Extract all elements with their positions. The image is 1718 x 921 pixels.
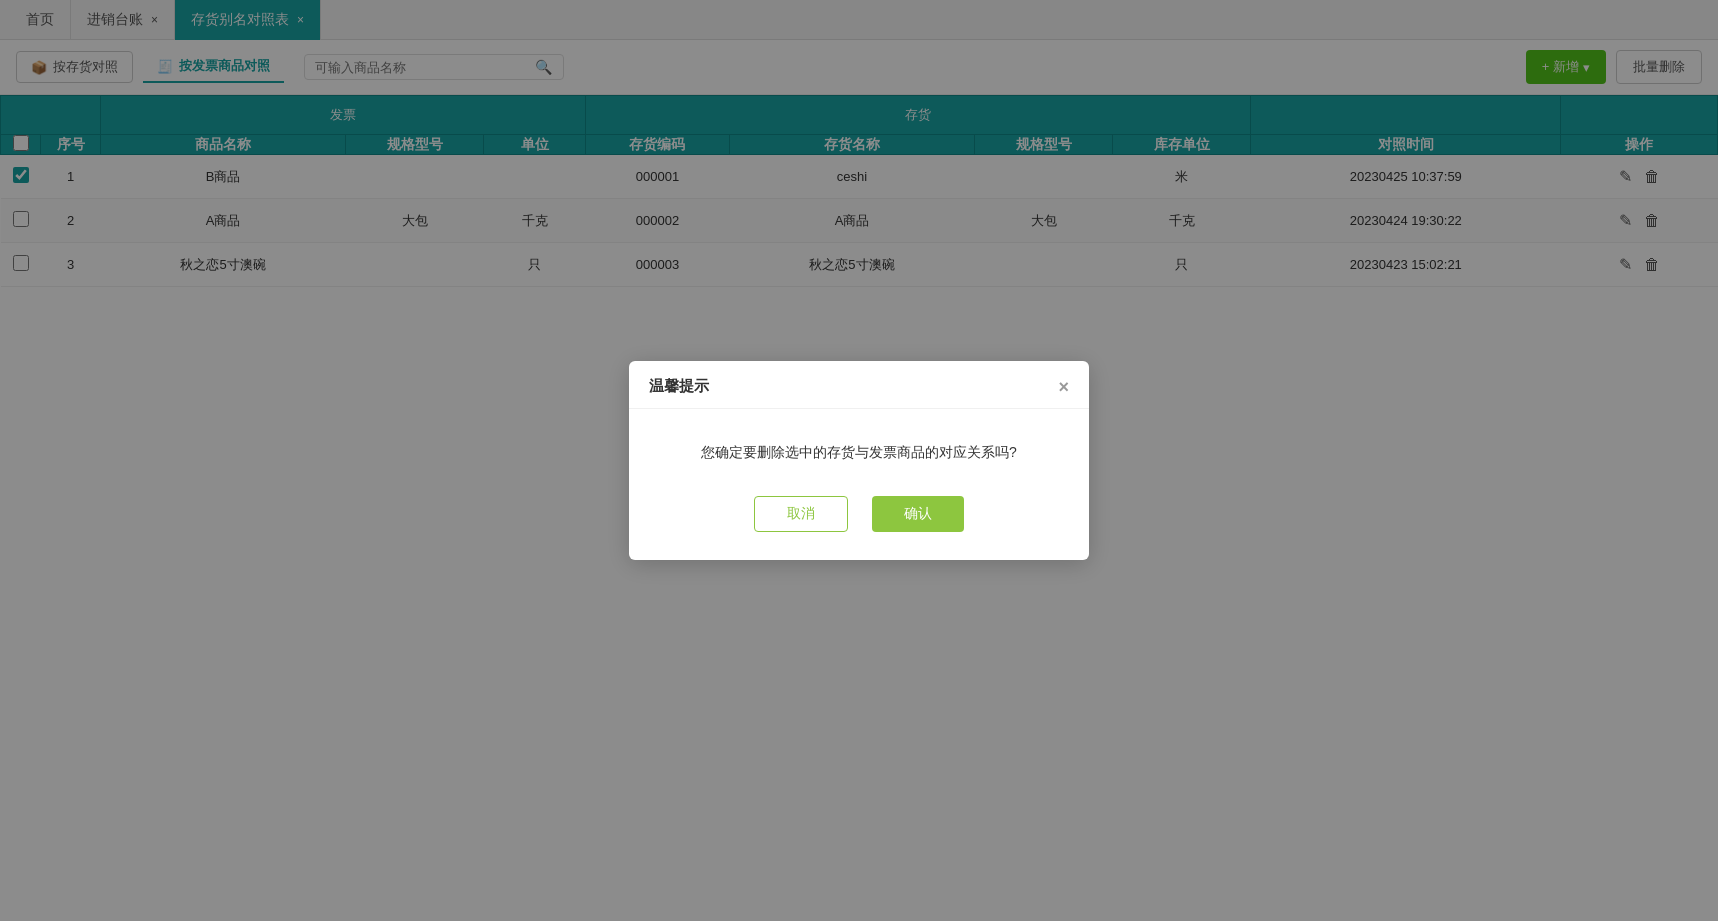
dialog-title: 温馨提示 — [649, 377, 709, 396]
dialog-cancel-button[interactable]: 取消 — [754, 496, 848, 532]
dialog-body: 您确定要删除选中的存货与发票商品的对应关系吗? — [629, 409, 1089, 487]
confirm-dialog: 温馨提示 × 您确定要删除选中的存货与发票商品的对应关系吗? 取消 确认 — [629, 361, 1089, 559]
dialog-footer: 取消 确认 — [629, 488, 1089, 560]
dialog-header: 温馨提示 × — [629, 361, 1089, 409]
dialog-close-icon[interactable]: × — [1058, 378, 1069, 396]
modal-overlay: 温馨提示 × 您确定要删除选中的存货与发票商品的对应关系吗? 取消 确认 — [0, 0, 1718, 921]
dialog-message: 您确定要删除选中的存货与发票商品的对应关系吗? — [701, 444, 1017, 460]
dialog-confirm-button[interactable]: 确认 — [872, 496, 964, 532]
